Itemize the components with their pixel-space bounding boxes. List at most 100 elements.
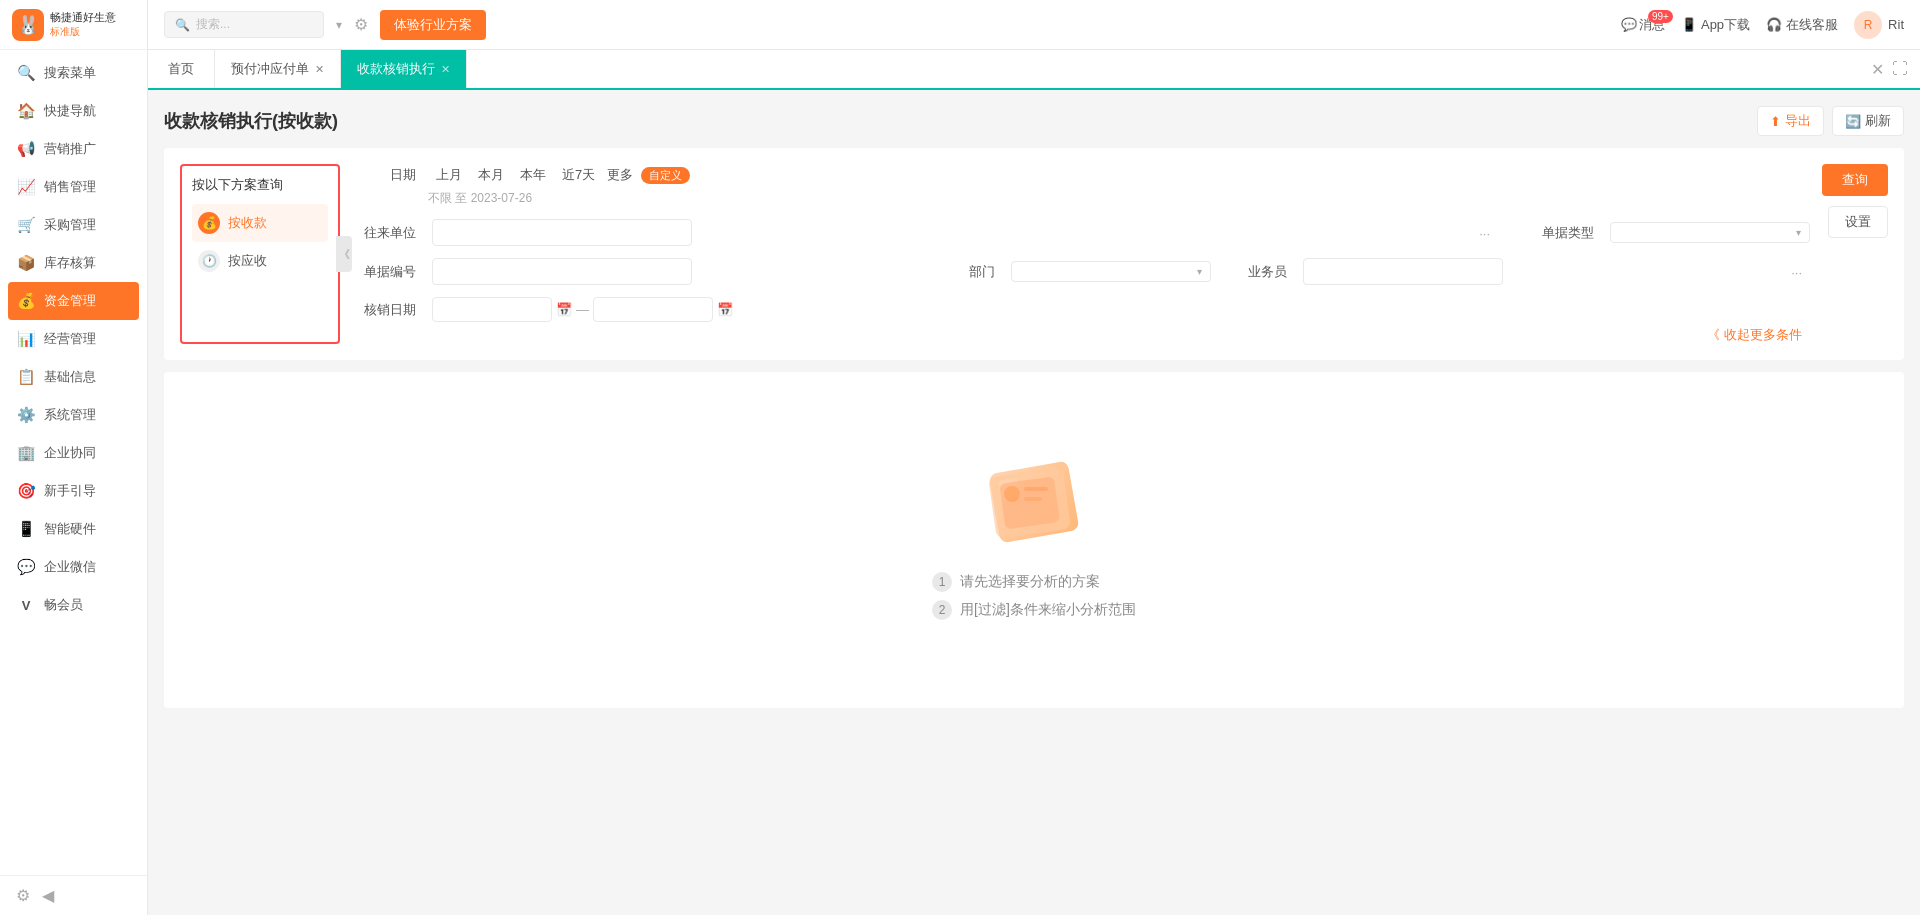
filter-scheme-title: 按以下方案查询 [192, 176, 328, 194]
export-btn[interactable]: ⬆ 导出 [1757, 106, 1824, 136]
sales-icon: 📈 [16, 178, 36, 196]
topbar-right: 💬 消息 99+ 📱 App下载 🎧 在线客服 R Rit [1621, 11, 1904, 39]
date-custom-badge[interactable]: 自定义 [641, 167, 690, 184]
refresh-label: 刷新 [1865, 112, 1891, 130]
empty-hint-1: 1 请先选择要分析的方案 [932, 572, 1136, 592]
doc-no-input[interactable] [432, 258, 692, 285]
setting-btn[interactable]: 设置 [1828, 206, 1888, 238]
calendar-start-icon[interactable]: 📅 [556, 302, 572, 317]
empty-hint-2: 2 用[过滤]条件来缩小分析范围 [932, 600, 1136, 620]
date-range-separator: — [576, 302, 589, 317]
filter-fields: 日期 上月 本月 本年 近7天 更多 自定义 不限 至 2023-0 [356, 164, 1888, 344]
date-no-limit-text: 不限 至 2023-07-26 [428, 190, 532, 207]
doc-no-input-wrap [432, 258, 939, 285]
app-download-link[interactable]: 📱 App下载 [1681, 16, 1750, 34]
finance-icon: 💰 [16, 292, 36, 310]
query-btn[interactable]: 查询 [1822, 164, 1888, 196]
app-logo: 🐰 畅捷通好生意 标准版 [0, 0, 147, 50]
content-area: 收款核销执行(按收款) ⬆ 导出 🔄 刷新 按以下方案查询 💰 按收款 [148, 90, 1920, 915]
sidebar-label-enterprise: 企业协同 [44, 444, 96, 462]
date-shortcut-last7days[interactable]: 近7天 [558, 164, 599, 186]
topbar-search-box[interactable]: 🔍 搜索... [164, 11, 324, 38]
partner-label: 往来单位 [356, 224, 416, 242]
page-header: 收款核销执行(按收款) ⬆ 导出 🔄 刷新 [164, 106, 1904, 136]
calendar-end-icon[interactable]: 📅 [717, 302, 733, 317]
date-shortcut-more[interactable]: 更多 [607, 166, 633, 184]
verify-date-end-input[interactable]: 2023-07-21 [593, 297, 713, 322]
verify-date-start-input[interactable]: 2023-03-01 [432, 297, 552, 322]
tab-prepay-close[interactable]: ✕ [315, 63, 324, 76]
collapse-label: 收起更多条件 [1724, 326, 1802, 344]
date-shortcut-last-month[interactable]: 上月 [432, 164, 466, 186]
tab-receipt-verify[interactable]: 收款核销执行 ✕ [341, 50, 467, 88]
tab-prepay[interactable]: 预付冲应付单 ✕ [215, 50, 341, 88]
topbar-gear-icon[interactable]: ⚙ [354, 15, 368, 34]
partner-dots-icon: ··· [1479, 225, 1490, 240]
date-shortcut-group: 上月 本月 本年 近7天 更多 自定义 [432, 164, 1810, 186]
sidebar-item-quick-nav[interactable]: 🏠 快捷导航 [0, 92, 147, 130]
sidebar-label-guide: 新手引导 [44, 482, 96, 500]
sidebar-item-enterprise[interactable]: 🏢 企业协同 [0, 434, 147, 472]
sidebar-item-base-info[interactable]: 📋 基础信息 [0, 358, 147, 396]
partner-input-wrap: ··· [432, 219, 1498, 246]
sidebar-item-search-menu[interactable]: 🔍 搜索菜单 [0, 54, 147, 92]
sidebar-item-guide[interactable]: 🎯 新手引导 [0, 472, 147, 510]
topbar-dropdown-icon[interactable]: ▾ [336, 18, 342, 32]
svg-point-2 [1004, 486, 1020, 502]
empty-hints: 1 请先选择要分析的方案 2 用[过滤]条件来缩小分析范围 [932, 572, 1136, 628]
sidebar-item-operation[interactable]: 📊 经营管理 [0, 320, 147, 358]
tab-expand-icon[interactable]: ⛶ [1892, 60, 1908, 78]
empty-hint-1-text: 请先选择要分析的方案 [960, 573, 1100, 591]
app-download-label: App下载 [1701, 16, 1750, 34]
industry-btn[interactable]: 体验行业方案 [380, 10, 486, 40]
collapse-more-btn[interactable]: 《 收起更多条件 [356, 326, 1810, 344]
user-info[interactable]: R Rit [1854, 11, 1904, 39]
online-service-link[interactable]: 🎧 在线客服 [1766, 16, 1838, 34]
dept-arrow-icon: ▾ [1197, 266, 1202, 277]
sidebar-item-marketing[interactable]: 📢 营销推广 [0, 130, 147, 168]
filter-row-docno-dept-staff: 单据编号 部门 ▾ 业务员 [356, 258, 1810, 285]
username: Rit [1888, 17, 1904, 32]
tab-receipt-verify-close[interactable]: ✕ [441, 63, 450, 76]
filter-option-by-receivable[interactable]: 🕐 按应收 [192, 242, 328, 280]
tab-home[interactable]: 首页 [148, 50, 215, 88]
partner-input[interactable] [432, 219, 692, 246]
filter-row-date-nolimit: 不限 至 2023-07-26 [356, 190, 1810, 207]
sidebar-label-purchase: 采购管理 [44, 216, 96, 234]
tab-close-all-icon[interactable]: ✕ [1871, 60, 1884, 79]
sidebar-label-sales: 销售管理 [44, 178, 96, 196]
refresh-btn[interactable]: 🔄 刷新 [1832, 106, 1904, 136]
refresh-icon: 🔄 [1845, 114, 1861, 129]
sidebar-item-hardware[interactable]: 📱 智能硬件 [0, 510, 147, 548]
sidebar-label-system: 系统管理 [44, 406, 96, 424]
staff-input[interactable] [1303, 258, 1503, 285]
export-icon: ⬆ [1770, 114, 1781, 129]
sidebar-item-inventory[interactable]: 📦 库存核算 [0, 244, 147, 282]
member-icon: V [16, 598, 36, 613]
sidebar-item-member[interactable]: V 畅会员 [0, 586, 147, 624]
sidebar-item-sales[interactable]: 📈 销售管理 [0, 168, 147, 206]
service-icon: 🎧 [1766, 17, 1782, 32]
settings-bottom-icon[interactable]: ⚙ [16, 886, 30, 905]
date-shortcut-this-month[interactable]: 本月 [474, 164, 508, 186]
dept-select[interactable]: ▾ [1011, 261, 1211, 282]
sidebar-item-finance[interactable]: 💰 资金管理 [8, 282, 139, 320]
sidebar-item-system[interactable]: ⚙️ 系统管理 [0, 396, 147, 434]
message-wrap[interactable]: 💬 消息 99+ [1621, 16, 1665, 34]
sidebar-item-purchase[interactable]: 🛒 采购管理 [0, 206, 147, 244]
filter-panel-collapse-btn[interactable]: 《 [336, 236, 352, 272]
doc-type-arrow-icon: ▾ [1796, 227, 1801, 238]
tab-receipt-verify-label: 收款核销执行 [357, 60, 435, 78]
logo-icon: 🐰 [12, 9, 44, 41]
receivable-option-label: 按应收 [228, 252, 267, 270]
staff-dots-icon: ··· [1791, 264, 1802, 279]
empty-state: 1 请先选择要分析的方案 2 用[过滤]条件来缩小分析范围 [164, 372, 1904, 708]
date-shortcut-this-year[interactable]: 本年 [516, 164, 550, 186]
sidebar-item-wechat[interactable]: 💬 企业微信 [0, 548, 147, 586]
filter-option-by-receipt[interactable]: 💰 按收款 [192, 204, 328, 242]
purchase-icon: 🛒 [16, 216, 36, 234]
filter-row-verify-date: 核销日期 2023-03-01 📅 — 2023-07-21 📅 [356, 297, 1810, 322]
sidebar-label-member: 畅会员 [44, 596, 83, 614]
collapse-sidebar-icon[interactable]: ◀ [42, 886, 54, 905]
doc-type-select[interactable]: ▾ [1610, 222, 1810, 243]
